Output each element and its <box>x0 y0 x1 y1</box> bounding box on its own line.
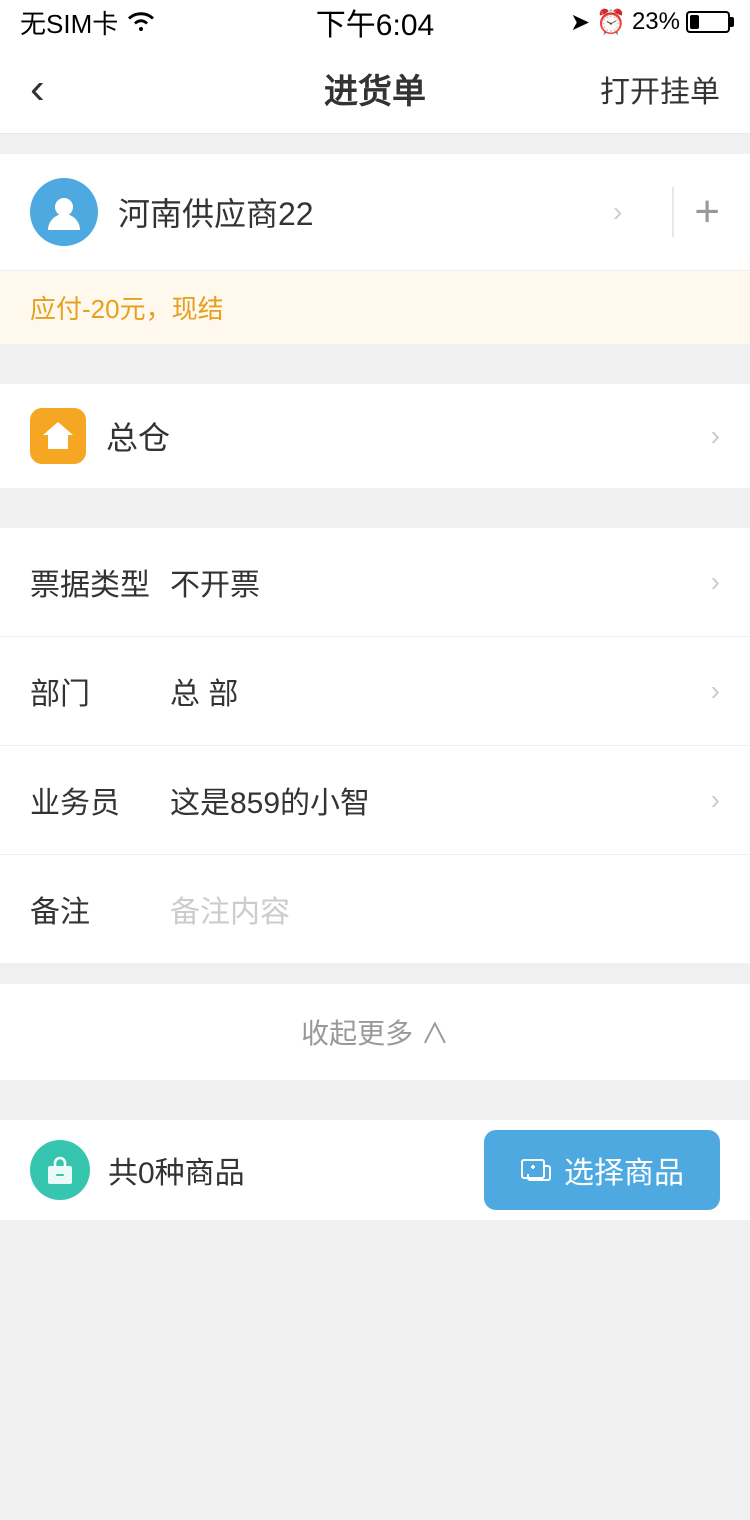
content: 河南供应商22 › + 应付-20元，现结 总仓 › 票据类型 不开票 › <box>0 134 750 1520</box>
form-row-remark[interactable]: 备注 备注内容 <box>0 855 750 963</box>
status-bar: 无SIM卡 下午6:04 ➤ ⏰ 23% <box>0 0 750 44</box>
supplier-section: 河南供应商22 › + 应付-20元，现结 <box>0 154 750 344</box>
section-gap-2 <box>0 344 750 364</box>
battery-percentage: 23% <box>632 8 680 36</box>
salesperson-chevron-icon: › <box>711 784 720 816</box>
location-icon: ➤ <box>570 8 590 37</box>
form-row-department[interactable]: 部门 总 部 › <box>0 637 750 746</box>
department-label: 部门 <box>30 669 170 713</box>
department-value: 总 部 <box>170 669 711 713</box>
invoice-label: 票据类型 <box>30 560 170 604</box>
supplier-chevron-icon: › <box>613 196 622 228</box>
select-product-button[interactable]: 选择商品 <box>484 1130 720 1210</box>
add-supplier-button[interactable]: + <box>694 190 720 234</box>
invoice-chevron-icon: › <box>711 566 720 598</box>
select-product-label: 选择商品 <box>564 1148 684 1192</box>
form-row-salesperson[interactable]: 业务员 这是859的小智 › <box>0 746 750 855</box>
back-button[interactable]: ‹ <box>30 64 45 114</box>
salesperson-value: 这是859的小智 <box>170 778 711 822</box>
wifi-icon <box>126 7 156 38</box>
section-gap-4 <box>0 1080 750 1100</box>
carrier-label: 无SIM卡 <box>20 4 118 41</box>
section-gap-3 <box>0 488 750 508</box>
salesperson-label: 业务员 <box>30 778 170 822</box>
status-right: ➤ ⏰ 23% <box>570 8 730 37</box>
warehouse-chevron-icon: › <box>711 420 720 452</box>
status-left: 无SIM卡 <box>20 4 156 41</box>
page-title: 进货单 <box>324 64 426 113</box>
remark-input[interactable]: 备注内容 <box>170 887 720 931</box>
product-count: 共0种商品 <box>108 1148 484 1192</box>
alarm-icon: ⏰ <box>596 8 626 37</box>
section-gap-1 <box>0 134 750 154</box>
warehouse-icon <box>30 408 86 464</box>
nav-bar: ‹ 进货单 打开挂单 <box>0 44 750 134</box>
warehouse-row[interactable]: 总仓 › <box>0 384 750 488</box>
supplier-avatar <box>30 178 98 246</box>
form-section: 票据类型 不开票 › 部门 总 部 › 业务员 这是859的小智 › 备注 备注… <box>0 528 750 963</box>
form-row-invoice[interactable]: 票据类型 不开票 › <box>0 528 750 637</box>
notice-text: 应付-20元，现结 <box>30 294 224 324</box>
collapse-label: 收起更多 ∧ <box>301 1012 449 1052</box>
time-label: 下午6:04 <box>316 0 434 44</box>
remark-label: 备注 <box>30 887 170 931</box>
battery-icon <box>686 11 730 33</box>
supplier-row[interactable]: 河南供应商22 › + <box>0 154 750 271</box>
open-pending-button[interactable]: 打开挂单 <box>600 67 720 111</box>
department-chevron-icon: › <box>711 675 720 707</box>
page-bg-fill <box>0 1220 750 1520</box>
collapse-row[interactable]: 收起更多 ∧ <box>0 983 750 1080</box>
bottom-bar: 共0种商品 选择商品 <box>0 1120 750 1220</box>
supplier-divider <box>672 187 674 237</box>
warehouse-label: 总仓 <box>106 413 711 459</box>
invoice-value: 不开票 <box>170 560 711 604</box>
supplier-name: 河南供应商22 <box>118 189 613 235</box>
product-icon <box>30 1140 90 1200</box>
notice-banner: 应付-20元，现结 <box>0 271 750 344</box>
